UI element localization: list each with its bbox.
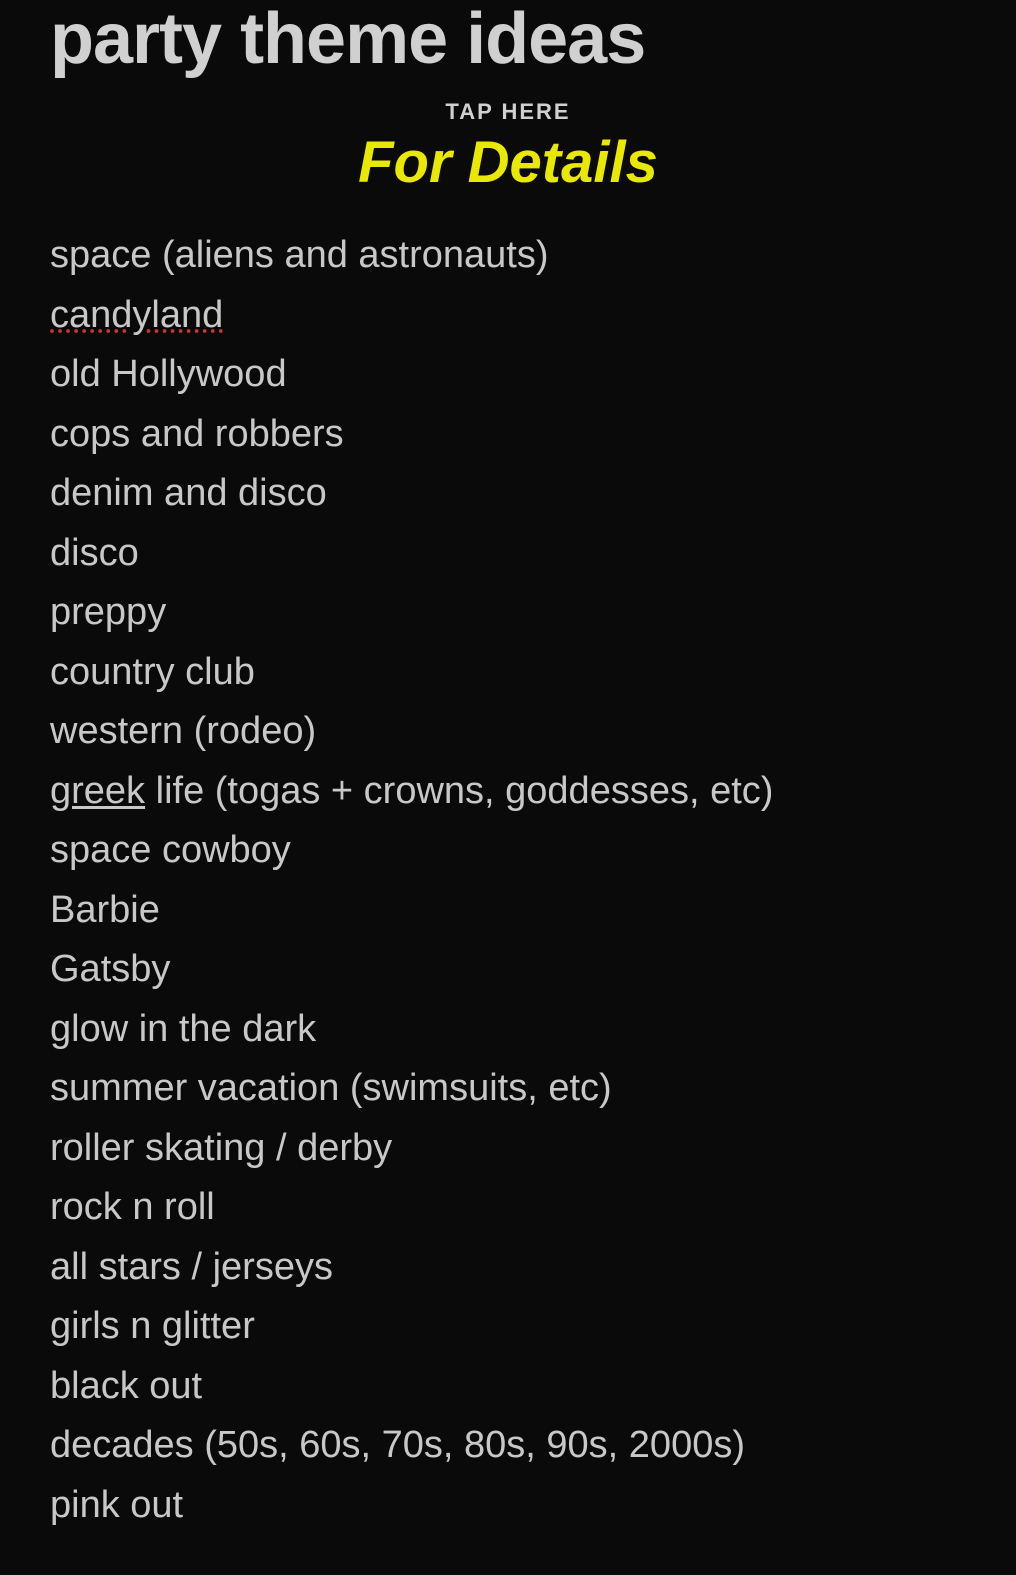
- list-item-glow-in-the-dark: glow in the dark: [50, 1000, 966, 1060]
- list-item-decades: decades (50s, 60s, 70s, 80s, 90s, 2000s): [50, 1416, 966, 1476]
- list-item-barbie: Barbie: [50, 881, 966, 941]
- list-item-western: western (rodeo): [50, 702, 966, 762]
- list-item-disco: disco: [50, 524, 966, 584]
- page-container: party theme ideas TAP HERE For Details s…: [0, 0, 1016, 1575]
- list-item-rock-n-roll: rock n roll: [50, 1178, 966, 1238]
- list-item-greek-life: greek life (togas + crowns, goddesses, e…: [50, 762, 966, 822]
- list-item-black-out: black out: [50, 1357, 966, 1417]
- list-item-cops-and-robbers: cops and robbers: [50, 405, 966, 465]
- list-item-roller-skating: roller skating / derby: [50, 1119, 966, 1179]
- for-details-label: For Details: [0, 129, 1016, 196]
- list-item-girls-n-glitter: girls n glitter: [50, 1297, 966, 1357]
- tap-here-section[interactable]: TAP HERE For Details: [0, 89, 1016, 216]
- list-item-old-hollywood: old Hollywood: [50, 345, 966, 405]
- page-title: party theme ideas: [50, 0, 1016, 79]
- list-item-all-stars: all stars / jerseys: [50, 1238, 966, 1298]
- title-section: party theme ideas: [0, 0, 1016, 89]
- list-item-candyland: candyland: [50, 286, 966, 346]
- list-item-summer-vacation: summer vacation (swimsuits, etc): [50, 1059, 966, 1119]
- list-item-space-aliens: space (aliens and astronauts): [50, 226, 966, 286]
- list-item-preppy: preppy: [50, 583, 966, 643]
- list-item-gatsby: Gatsby: [50, 940, 966, 1000]
- list-item-denim-and-disco: denim and disco: [50, 464, 966, 524]
- tap-here-label: TAP HERE: [0, 99, 1016, 125]
- list-item-space-cowboy: space cowboy: [50, 821, 966, 881]
- theme-list: space (aliens and astronauts)candylandol…: [0, 216, 1016, 1535]
- list-item-pink-out: pink out: [50, 1476, 966, 1536]
- list-item-country-club: country club: [50, 643, 966, 703]
